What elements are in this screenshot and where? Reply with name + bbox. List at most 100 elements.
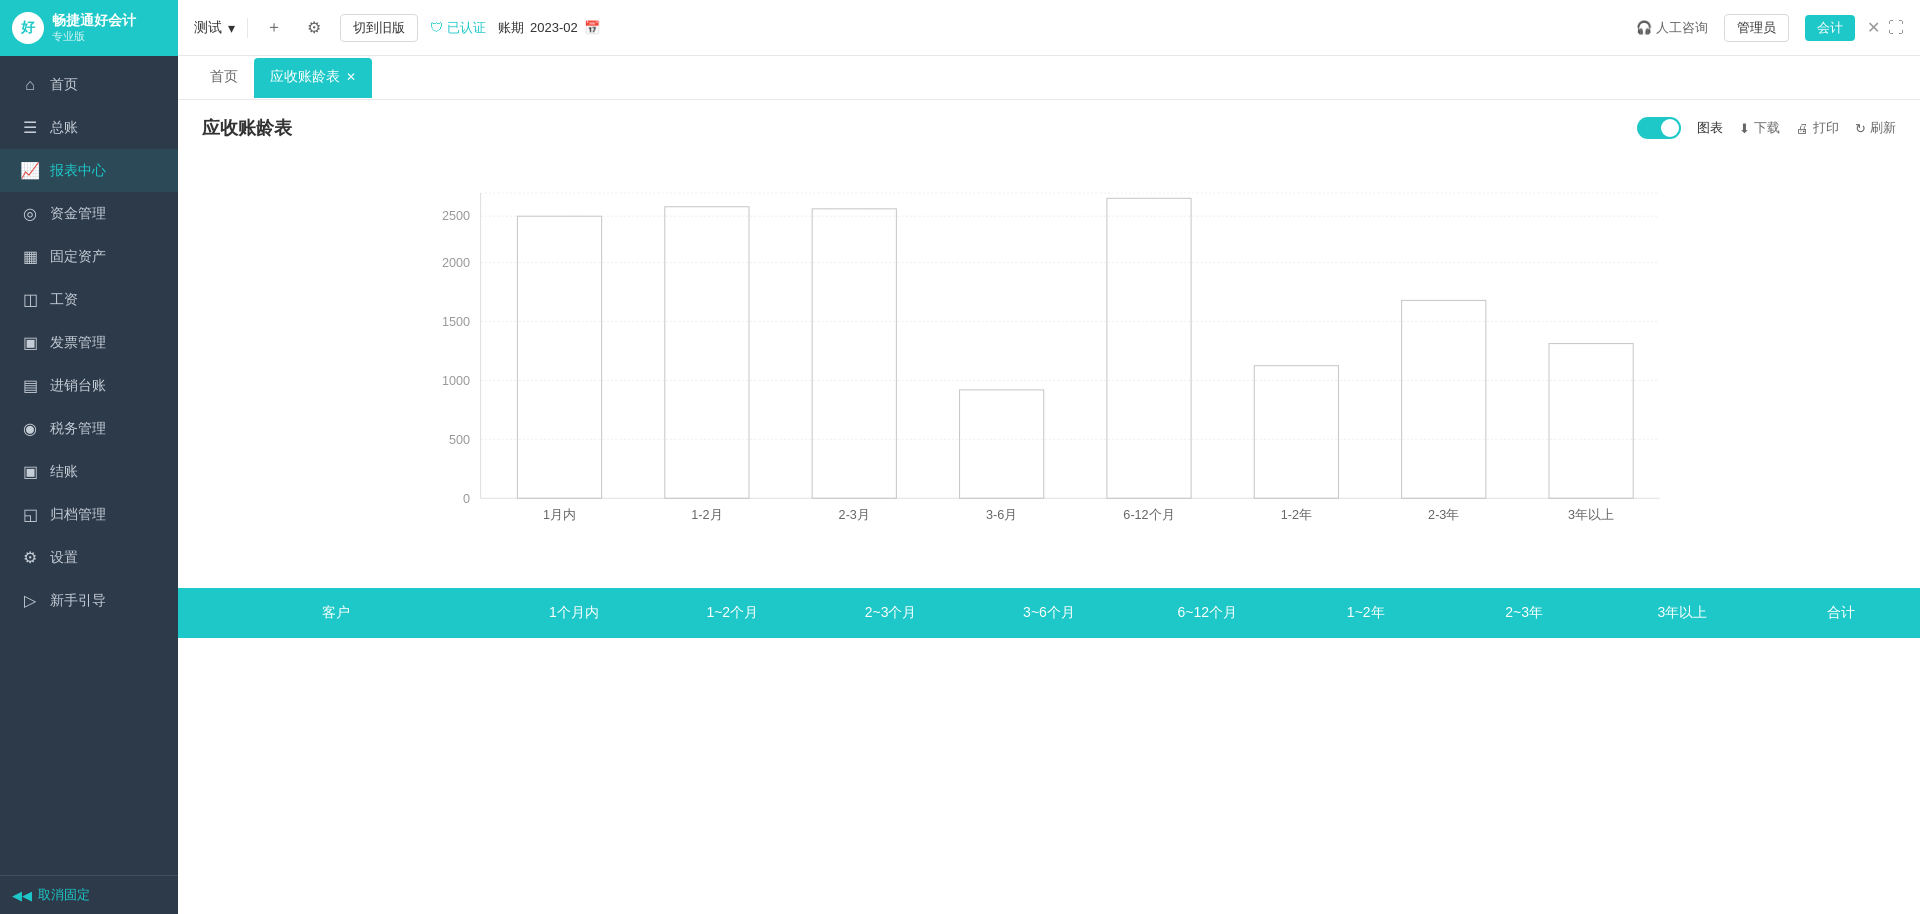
invoice-icon: ▣: [20, 333, 40, 352]
sidebar-item-settle-label: 结账: [50, 463, 78, 481]
bar-chart: 0 500 1000 1500 2000 2500: [202, 172, 1896, 572]
period-value: 2023-02: [530, 20, 578, 35]
guide-icon: ▷: [20, 591, 40, 610]
user-button[interactable]: 管理员: [1724, 14, 1789, 42]
reports-icon: 📈: [20, 161, 40, 180]
page-title: 应收账龄表: [202, 116, 292, 140]
svg-text:1-2月: 1-2月: [691, 508, 722, 522]
tab-aging-close[interactable]: ✕: [346, 70, 356, 84]
consult-button[interactable]: 🎧 人工咨询: [1636, 19, 1708, 37]
role-button[interactable]: 会计: [1805, 15, 1855, 41]
sidebar-item-invoice-label: 发票管理: [50, 334, 106, 352]
sidebar-item-settle[interactable]: ▣ 结账: [0, 450, 178, 493]
svg-rect-24: [960, 390, 1044, 498]
svg-rect-21: [812, 209, 896, 498]
assets-icon: ▦: [20, 247, 40, 266]
sidebar-item-ledger-label: 总账: [50, 119, 78, 137]
sidebar-item-ledger[interactable]: ☰ 总账: [0, 106, 178, 149]
svg-text:2500: 2500: [442, 209, 470, 223]
svg-text:1500: 1500: [442, 315, 470, 329]
tab-home[interactable]: 首页: [194, 58, 254, 98]
download-icon: ⬇: [1739, 121, 1750, 136]
svg-text:6-12个月: 6-12个月: [1123, 508, 1174, 522]
settle-icon: ▣: [20, 462, 40, 481]
download-button[interactable]: ⬇ 下载: [1739, 119, 1780, 137]
period-label: 账期: [498, 19, 524, 37]
topbar: 测试 ▾ ＋ ⚙ 切到旧版 🛡 已认证 账期 2023-02 📅 🎧 人工咨询 …: [178, 0, 1920, 56]
svg-text:0: 0: [463, 492, 470, 506]
svg-rect-28: [1107, 198, 1191, 498]
sidebar-item-guide-label: 新手引导: [50, 592, 106, 610]
sidebar-item-guide[interactable]: ▷ 新手引导: [0, 579, 178, 622]
certified-badge: 🛡 已认证: [430, 19, 486, 37]
svg-text:1000: 1000: [442, 374, 470, 388]
topbar-icon-group: ✕ ⛶: [1867, 18, 1904, 37]
settings-button[interactable]: ⚙: [300, 14, 328, 42]
consult-label: 人工咨询: [1656, 19, 1708, 37]
svg-rect-14: [517, 216, 601, 498]
svg-text:2-3月: 2-3月: [839, 508, 870, 522]
print-button[interactable]: 🖨 打印: [1796, 119, 1839, 137]
col-6-12m: 6~12个月: [1128, 588, 1286, 638]
svg-rect-36: [1549, 344, 1633, 499]
sidebar-logo: 好 畅捷通好会计 专业版: [0, 0, 178, 56]
table-area: 客户 1个月内 1~2个月 2~3个月 3~6个月 6~12个月 1~2年 2~…: [178, 588, 1920, 638]
svg-text:3-6月: 3-6月: [986, 508, 1017, 522]
expand-button[interactable]: ⛶: [1888, 18, 1904, 37]
settings-icon: ⚙: [20, 548, 40, 567]
close-button[interactable]: ✕: [1867, 18, 1880, 37]
sidebar-item-tax-label: 税务管理: [50, 420, 106, 438]
add-button[interactable]: ＋: [260, 14, 288, 42]
col-3y-plus: 3年以上: [1603, 588, 1761, 638]
archive-icon: ◱: [20, 505, 40, 524]
unpin-icon: ◀◀: [12, 888, 32, 903]
sidebar-footer[interactable]: ◀◀ 取消固定: [0, 875, 178, 914]
svg-text:1-2年: 1-2年: [1281, 508, 1312, 522]
col-1-2y: 1~2年: [1287, 588, 1445, 638]
sidebar-item-trade-label: 进销台账: [50, 377, 106, 395]
tabbar: 首页 应收账龄表 ✕: [178, 56, 1920, 100]
sidebar-item-salary[interactable]: ◫ 工资: [0, 278, 178, 321]
sidebar-item-tax[interactable]: ◉ 税务管理: [0, 407, 178, 450]
col-2-3y: 2~3年: [1445, 588, 1603, 638]
sidebar-item-settings[interactable]: ⚙ 设置: [0, 536, 178, 579]
chevron-down-icon: ▾: [228, 20, 235, 36]
sidebar-item-assets[interactable]: ▦ 固定资产: [0, 235, 178, 278]
calendar-icon[interactable]: 📅: [584, 20, 600, 35]
sidebar-item-invoice[interactable]: ▣ 发票管理: [0, 321, 178, 364]
project-name: 测试: [194, 19, 222, 37]
sidebar-item-trade[interactable]: ▤ 进销台账: [0, 364, 178, 407]
trade-icon: ▤: [20, 376, 40, 395]
table-header: 客户 1个月内 1~2个月 2~3个月 3~6个月 6~12个月 1~2年 2~…: [178, 588, 1920, 638]
col-customer: 客户: [178, 588, 495, 638]
svg-rect-22: [812, 209, 896, 498]
svg-rect-19: [665, 207, 749, 499]
sidebar-item-archive[interactable]: ◱ 归档管理: [0, 493, 178, 536]
col-1-2m: 1~2个月: [653, 588, 811, 638]
tab-home-label: 首页: [210, 68, 238, 86]
chart-toggle[interactable]: [1637, 117, 1681, 139]
svg-text:1月内: 1月内: [543, 508, 576, 522]
salary-icon: ◫: [20, 290, 40, 309]
tab-aging[interactable]: 应收账龄表 ✕: [254, 58, 372, 98]
sidebar-item-home[interactable]: ⌂ 首页: [0, 64, 178, 106]
main: 测试 ▾ ＋ ⚙ 切到旧版 🛡 已认证 账期 2023-02 📅 🎧 人工咨询 …: [178, 0, 1920, 914]
headset-icon: 🎧: [1636, 20, 1652, 35]
svg-rect-18: [665, 207, 749, 499]
svg-rect-33: [1402, 300, 1486, 498]
col-total: 合计: [1762, 588, 1920, 638]
content-area: 应收账龄表 图表 ⬇ 下载 🖨 打印 ↻ 刷新: [178, 100, 1920, 914]
divider-1: [247, 18, 248, 38]
project-selector[interactable]: 测试 ▾: [194, 19, 235, 37]
unpin-label: 取消固定: [38, 886, 90, 904]
refresh-button[interactable]: ↻ 刷新: [1855, 119, 1896, 137]
period-display: 账期 2023-02 📅: [498, 19, 600, 37]
svg-text:2-3年: 2-3年: [1428, 508, 1459, 522]
sidebar-item-reports[interactable]: 📈 报表中心: [0, 149, 178, 192]
sidebar-item-home-label: 首页: [50, 76, 78, 94]
svg-text:500: 500: [449, 433, 470, 447]
app-edition: 专业版: [52, 29, 136, 44]
sidebar-item-archive-label: 归档管理: [50, 506, 106, 524]
switch-version-button[interactable]: 切到旧版: [340, 14, 418, 42]
sidebar-item-funds[interactable]: ◎ 资金管理: [0, 192, 178, 235]
